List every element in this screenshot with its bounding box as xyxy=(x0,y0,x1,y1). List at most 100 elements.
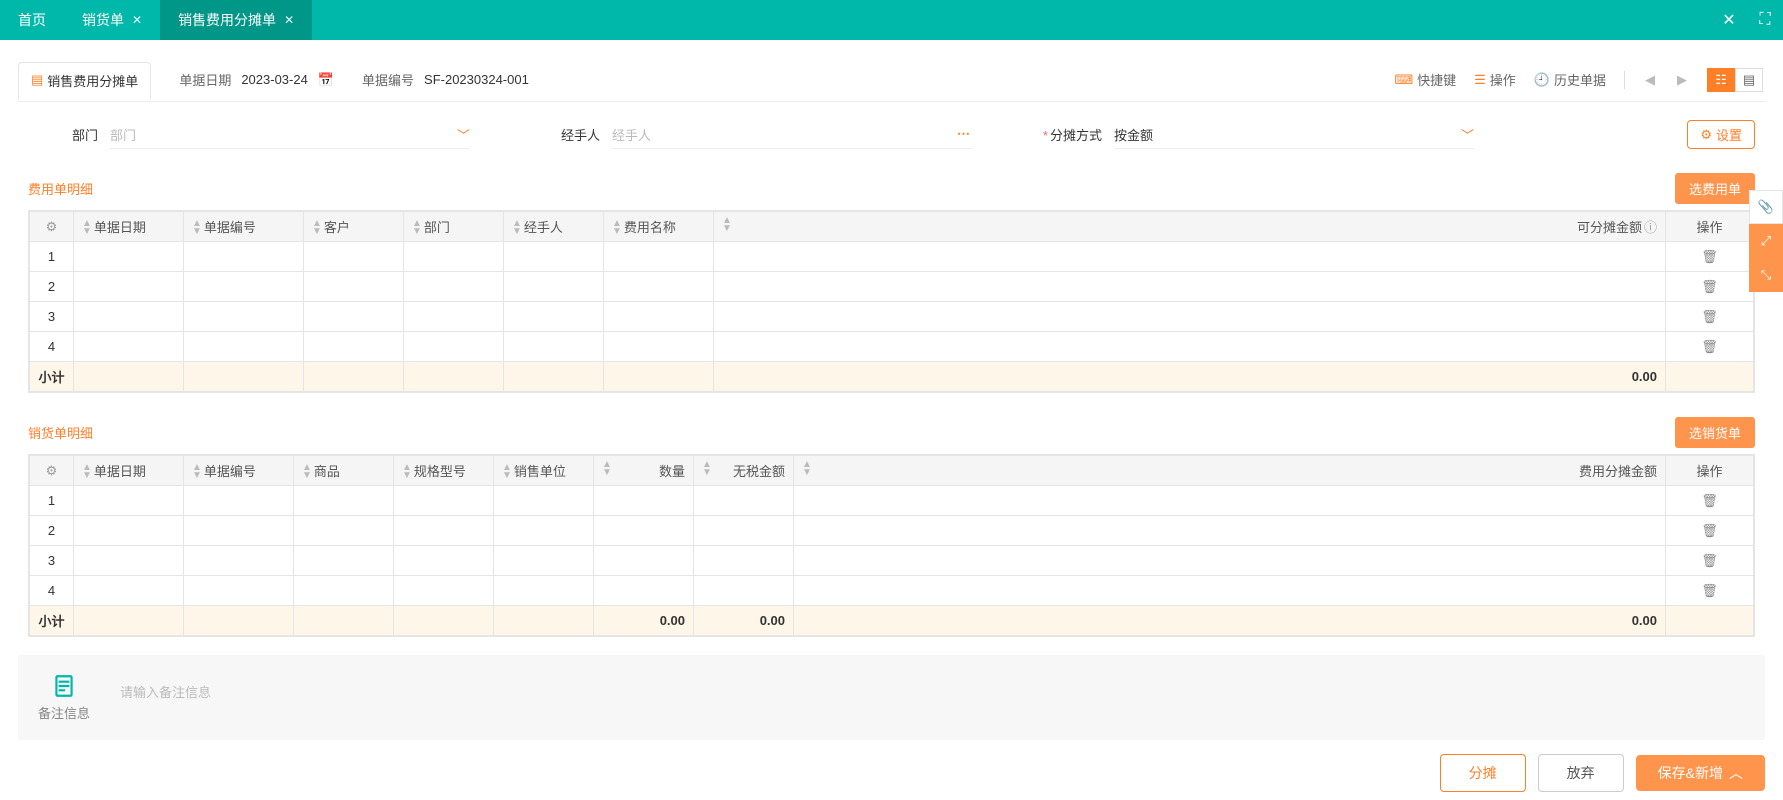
shortcut-link[interactable]: ⌨快捷键 xyxy=(1394,70,1456,89)
table-row[interactable]: 1🗑 xyxy=(30,486,1754,516)
paperclip-icon: 📎 xyxy=(1758,199,1774,215)
shortcut-label: 快捷键 xyxy=(1417,70,1456,89)
col-qty-label: 数量 xyxy=(659,464,685,479)
expand2-button[interactable]: ⤡ xyxy=(1749,258,1783,292)
window-close-button[interactable]: ✕ xyxy=(1711,0,1747,40)
delete-icon[interactable]: 🗑 xyxy=(1701,493,1718,508)
sort-icon: ▲▼ xyxy=(192,464,202,480)
select-sales-button[interactable]: 选销货单 xyxy=(1675,417,1755,448)
sort-icon: ▲▼ xyxy=(612,220,622,236)
remarks-section: 备注信息 请输入备注信息 xyxy=(18,655,1765,740)
col-settings[interactable]: ⚙ xyxy=(30,212,74,242)
table-row[interactable]: 1🗑 xyxy=(30,242,1754,272)
row-index: 4 xyxy=(30,576,74,606)
discard-button[interactable]: 放弃 xyxy=(1538,754,1624,792)
table-row[interactable]: 4🗑 xyxy=(30,332,1754,362)
delete-icon[interactable]: 🗑 xyxy=(1701,249,1718,264)
expand-button[interactable]: ⤢ xyxy=(1749,224,1783,258)
subtotal-amount: 0.00 xyxy=(694,606,794,636)
view-grid-button[interactable]: ▤ xyxy=(1735,68,1763,92)
sort-icon: ▲▼ xyxy=(82,464,92,480)
col-date[interactable]: ▲▼单据日期 xyxy=(74,212,184,242)
delete-icon[interactable]: 🗑 xyxy=(1701,583,1718,598)
col-dept-label: 部门 xyxy=(424,220,450,235)
delete-icon[interactable]: 🗑 xyxy=(1701,309,1718,324)
help-icon[interactable]: ⓘ xyxy=(1644,220,1657,235)
history-label: 历史单据 xyxy=(1554,70,1606,89)
header-actions: ⌨快捷键 ☰操作 🕘历史单据 ◀ ▶ ☷ ▤ xyxy=(1394,68,1763,92)
allocate-button[interactable]: 分摊 xyxy=(1440,754,1526,792)
col-amount[interactable]: ▲▼无税金额 xyxy=(694,456,794,486)
table-header-row: ⚙ ▲▼单据日期 ▲▼单据编号 ▲▼商品 ▲▼规格型号 ▲▼销售单位 ▲▼数量 … xyxy=(30,456,1754,486)
method-select[interactable]: 按金额﹀ xyxy=(1114,121,1474,149)
col-goods[interactable]: ▲▼商品 xyxy=(294,456,394,486)
attachment-button[interactable]: 📎 xyxy=(1749,190,1783,224)
department-select[interactable]: 部门﹀ xyxy=(110,121,470,149)
col-customer[interactable]: ▲▼客户 xyxy=(304,212,404,242)
remarks-label: 备注信息 xyxy=(38,703,90,722)
list-icon: ☰ xyxy=(1474,72,1486,88)
fullscreen-button[interactable]: ⛶ xyxy=(1747,0,1783,40)
col-handler[interactable]: ▲▼经手人 xyxy=(504,212,604,242)
settings-button[interactable]: ⚙设置 xyxy=(1687,120,1755,149)
section-sales-title: 销货单明细 xyxy=(28,423,93,442)
table-row[interactable]: 3🗑 xyxy=(30,302,1754,332)
row-index: 3 xyxy=(30,302,74,332)
col-goods-label: 商品 xyxy=(314,464,340,479)
col-alloc-amount[interactable]: ▲▼费用分摊金额 xyxy=(794,456,1666,486)
col-settings[interactable]: ⚙ xyxy=(30,456,74,486)
chevron-up-icon: ︿ xyxy=(1729,763,1743,783)
table-row[interactable]: 4🗑 xyxy=(30,576,1754,606)
col-no[interactable]: ▲▼单据编号 xyxy=(184,456,294,486)
tab-sales-order[interactable]: 销货单✕ xyxy=(64,0,160,40)
settings-label: 设置 xyxy=(1716,125,1742,144)
department-placeholder: 部门 xyxy=(110,125,136,144)
view-list-button[interactable]: ☷ xyxy=(1707,68,1735,92)
col-action-label: 操作 xyxy=(1696,464,1722,479)
sort-icon: ▲▼ xyxy=(312,220,322,236)
table-row[interactable]: 2🗑 xyxy=(30,272,1754,302)
col-spec[interactable]: ▲▼规格型号 xyxy=(394,456,494,486)
col-allocatable-amount[interactable]: ▲▼可分摊金额ⓘ xyxy=(714,212,1666,242)
delete-icon[interactable]: 🗑 xyxy=(1701,553,1718,568)
col-unit[interactable]: ▲▼销售单位 xyxy=(494,456,594,486)
section-expense-title: 费用单明细 xyxy=(28,179,93,198)
col-qty[interactable]: ▲▼数量 xyxy=(594,456,694,486)
tab-sales-expense-allocation[interactable]: 销售费用分摊单✕ xyxy=(160,0,312,40)
method-label: 分摊方式 xyxy=(1050,128,1102,143)
field-handler: 经手人 经手人⋯ xyxy=(530,121,972,149)
col-no-label: 单据编号 xyxy=(204,220,256,235)
next-button[interactable]: ▶ xyxy=(1675,72,1689,88)
remarks-input[interactable]: 请输入备注信息 xyxy=(120,682,1745,714)
select-expense-button[interactable]: 选费用单 xyxy=(1675,173,1755,204)
col-action-label: 操作 xyxy=(1696,220,1722,235)
save-new-button[interactable]: 保存&新增︿ xyxy=(1636,755,1765,791)
tab-home[interactable]: 首页 xyxy=(0,0,64,40)
gear-icon: ⚙ xyxy=(1700,127,1712,143)
col-dept[interactable]: ▲▼部门 xyxy=(404,212,504,242)
handler-select[interactable]: 经手人⋯ xyxy=(612,121,972,149)
required-icon: * xyxy=(1043,128,1048,143)
history-link[interactable]: 🕘历史单据 xyxy=(1534,70,1606,89)
delete-icon[interactable]: 🗑 xyxy=(1701,339,1718,354)
delete-icon[interactable]: 🗑 xyxy=(1701,279,1718,294)
prev-button[interactable]: ◀ xyxy=(1643,72,1657,88)
top-tabbar: 首页 销货单✕ 销售费用分摊单✕ ✕ ⛶ xyxy=(0,0,1783,40)
expand-icon: ⤢ xyxy=(1761,233,1771,249)
field-bill-date: 单据日期 2023-03-24 📅 xyxy=(179,70,334,89)
table-row[interactable]: 3🗑 xyxy=(30,546,1754,576)
sort-icon: ▲▼ xyxy=(402,464,412,480)
close-icon[interactable]: ✕ xyxy=(284,13,294,27)
delete-icon[interactable]: 🗑 xyxy=(1701,523,1718,538)
close-icon[interactable]: ✕ xyxy=(132,13,142,27)
col-fee-name[interactable]: ▲▼费用名称 xyxy=(604,212,714,242)
sort-icon: ▲▼ xyxy=(512,220,522,236)
calendar-icon[interactable]: 📅 xyxy=(318,72,334,88)
col-action: 操作 xyxy=(1666,212,1754,242)
col-date[interactable]: ▲▼单据日期 xyxy=(74,456,184,486)
table-row[interactable]: 2🗑 xyxy=(30,516,1754,546)
col-no[interactable]: ▲▼单据编号 xyxy=(184,212,304,242)
page-title-tab: ▤ 销售费用分摊单 xyxy=(18,62,151,100)
operations-link[interactable]: ☰操作 xyxy=(1474,70,1516,89)
bill-date-value[interactable]: 2023-03-24 xyxy=(241,72,308,87)
